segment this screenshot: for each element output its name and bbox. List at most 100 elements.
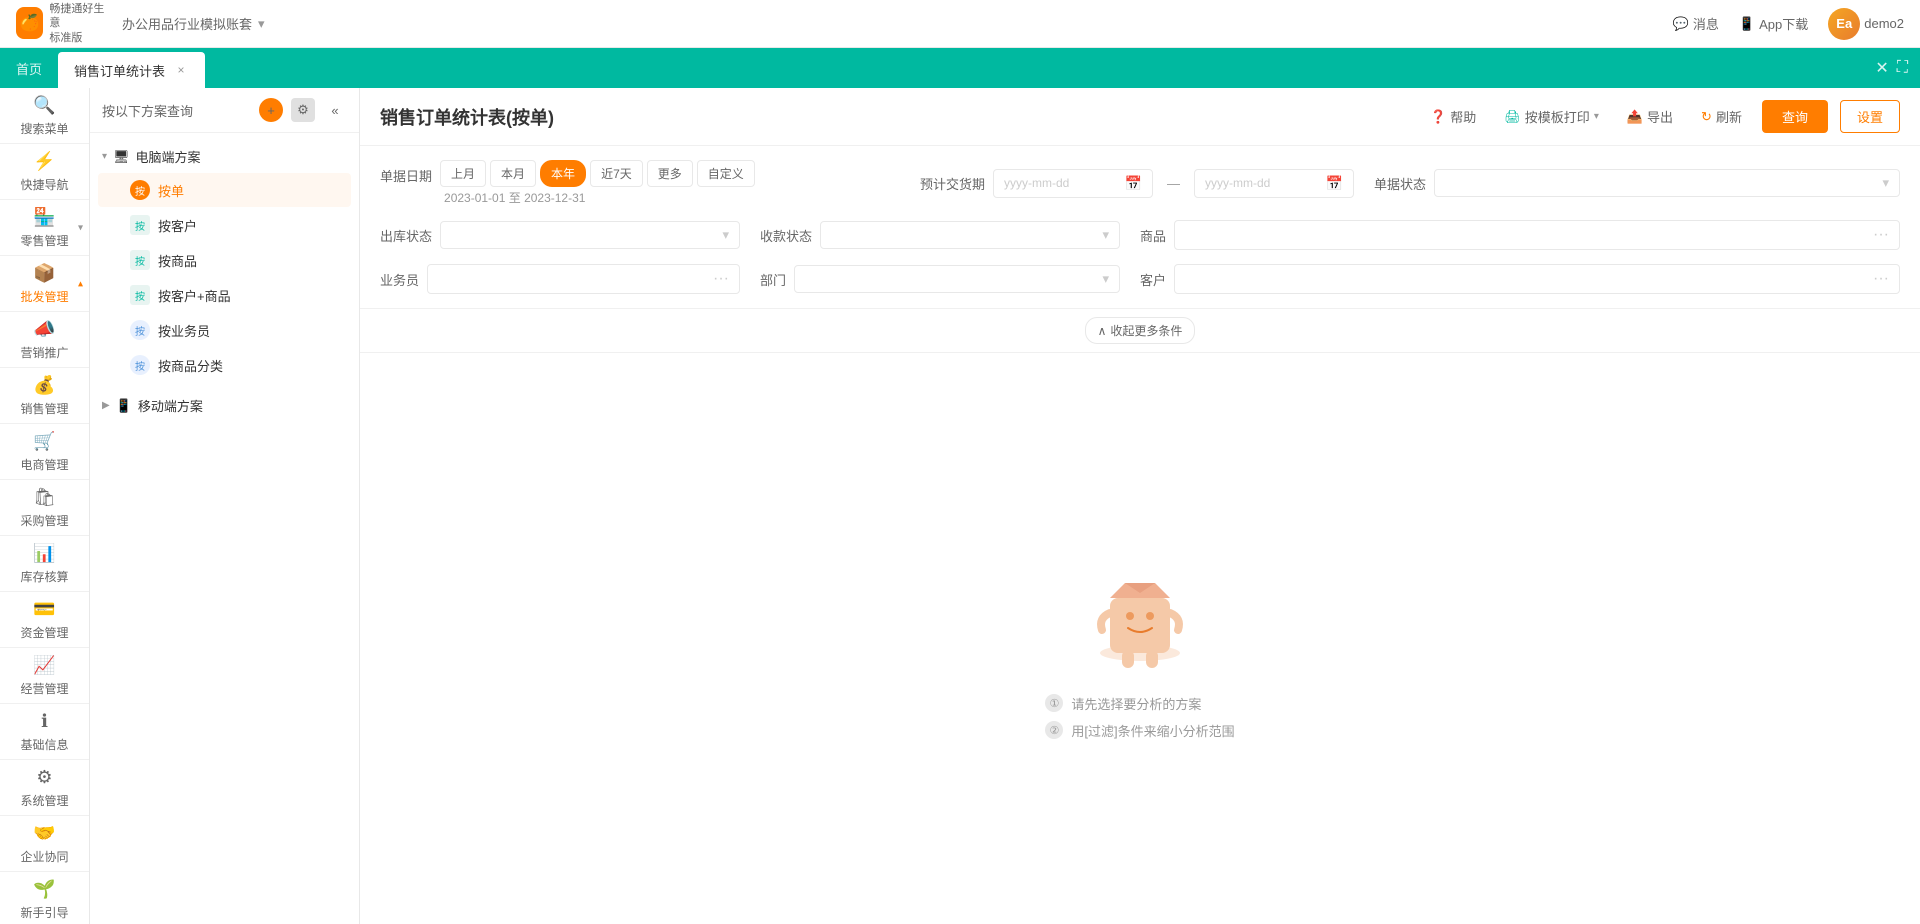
finance-icon: 💳 (33, 599, 55, 620)
export-btn[interactable]: 📤 导出 (1619, 103, 1681, 130)
search-icon: 🔍 (33, 95, 55, 116)
sidebar-item-system[interactable]: ⚙ 系统管理 (0, 760, 89, 816)
customer-filter: 客户 ··· (1140, 264, 1900, 294)
date-btn-more[interactable]: 更多 (647, 160, 693, 187)
settings-icon: ⚙ (297, 102, 309, 118)
collapse-panel-btn[interactable]: « (323, 98, 347, 122)
payment-filter: 收款状态 ▾ (760, 221, 1120, 249)
empty-tip-1: ① 请先选择要分析的方案 (1045, 694, 1234, 713)
scheme-settings-btn[interactable]: ⚙ (291, 98, 315, 122)
sidebar-item-sales[interactable]: 💰 销售管理 (0, 368, 89, 424)
window-restore-icon[interactable]: ✕ (1875, 58, 1888, 78)
avatar: Ea (1828, 8, 1860, 40)
help-btn[interactable]: ❓ 帮助 (1422, 103, 1484, 130)
tab-sales-stats[interactable]: 销售订单统计表 × (58, 52, 205, 88)
collapse-filter-btn[interactable]: ∧ 收起更多条件 (1085, 317, 1196, 344)
print-icon: 🖨 (1504, 109, 1521, 125)
sales-icon: 💰 (33, 375, 55, 396)
app-title[interactable]: 办公用品行业模拟账套 ▾ (106, 14, 1673, 33)
date-btn-this-month[interactable]: 本月 (490, 160, 536, 187)
print-btn[interactable]: 🖨 按模板打印 ▾ (1496, 103, 1607, 130)
status-filter: 单据状态 ▾ (1374, 169, 1900, 197)
sidebar-item-inventory[interactable]: 📊 库存核算 (0, 536, 89, 592)
collapse-icon: ∧ (1098, 324, 1107, 338)
refresh-btn[interactable]: ↻ 刷新 (1693, 103, 1750, 130)
scheme-by-customer[interactable]: 按 按客户 (98, 208, 351, 242)
empty-state: ① 请先选择要分析的方案 ② 用[过滤]条件来缩小分析范围 (360, 353, 1920, 924)
staff-dots: ··· (713, 270, 729, 288)
sidebar-search[interactable]: 🔍 搜索菜单 (0, 88, 89, 144)
wholesale-icon: 📦 (33, 263, 55, 284)
tip-2-num: ② (1045, 721, 1063, 739)
sidebar-item-wholesale[interactable]: 📦 批发管理 ▴ (0, 256, 89, 312)
tab-home[interactable]: 首页 (0, 48, 58, 88)
date-btn-this-year[interactable]: 本年 (540, 160, 586, 187)
download-icon: 📱 (1739, 16, 1755, 32)
scheme-by-product[interactable]: 按 按商品 (98, 243, 351, 277)
expected-date-from[interactable]: yyyy-mm-dd 📅 (993, 169, 1153, 198)
scheme-by-order[interactable]: 按 按单 (98, 173, 351, 207)
retail-icon: 🏪 (33, 207, 55, 228)
tab-close-icon[interactable]: × (173, 62, 189, 78)
dept-select[interactable]: ▾ (794, 265, 1120, 293)
newbie-icon: 🌱 (33, 879, 55, 900)
product-dots: ··· (1873, 226, 1889, 244)
quick-nav-icon: ⚡ (33, 151, 55, 172)
operations-icon: 📈 (33, 655, 55, 676)
staff-input[interactable]: ··· (427, 264, 740, 294)
product-input[interactable]: ··· (1174, 220, 1900, 250)
logo: 🍊 畅捷通好生意 标准版 (16, 2, 106, 45)
filter-area: 单据日期 上月 本月 本年 近7天 更多 自定义 2023- (360, 146, 1920, 309)
scheme-by-staff[interactable]: 按 按业务员 (98, 313, 351, 347)
sidebar-item-collab[interactable]: 🤝 企业协同 (0, 816, 89, 872)
pc-section-arrow-icon: ▾ (102, 151, 107, 162)
sidebar-item-finance[interactable]: 💳 资金管理 (0, 592, 89, 648)
scheme-by-cust-prod[interactable]: 按 按客户+商品 (98, 278, 351, 312)
logo-text: 畅捷通好生意 标准版 (49, 2, 106, 45)
collab-icon: 🤝 (33, 823, 55, 844)
date-btn-last-month[interactable]: 上月 (440, 160, 486, 187)
expected-date-filter: 预计交货期 yyyy-mm-dd 📅 — yyyy-mm-dd 📅 (920, 169, 1354, 198)
by-order-icon: 按 (130, 180, 150, 200)
sidebar-item-newbie[interactable]: 🌱 新手引导 (0, 872, 89, 924)
status-select[interactable]: ▾ (1434, 169, 1900, 197)
tabs-bar: 首页 销售订单统计表 × ✕ ⛶ (0, 48, 1920, 88)
settings-btn[interactable]: 设置 (1840, 100, 1900, 133)
payment-select[interactable]: ▾ (820, 221, 1120, 249)
by-customer-icon: 按 (130, 215, 150, 235)
pc-section[interactable]: ▾ 🖥 电脑端方案 (90, 141, 359, 172)
sidebar-item-basic[interactable]: ℹ 基础信息 (0, 704, 89, 760)
sidebar-item-retail[interactable]: 🏪 零售管理 ▾ (0, 200, 89, 256)
date-btn-custom[interactable]: 自定义 (697, 160, 755, 187)
window-maximize-icon[interactable]: ⛶ (1897, 59, 1908, 77)
message-btn[interactable]: 💬 消息 (1673, 14, 1719, 33)
sidebar-item-operations[interactable]: 📈 经营管理 (0, 648, 89, 704)
tip-1-num: ① (1045, 694, 1063, 712)
user-menu-btn[interactable]: Ea demo2 (1828, 8, 1904, 40)
date-btn-7days[interactable]: 近7天 (590, 160, 643, 187)
by-product-icon: 按 (130, 250, 150, 270)
sidebar-item-ecom[interactable]: 🛒 电商管理 (0, 424, 89, 480)
calendar-to-icon: 📅 (1326, 175, 1343, 192)
basic-icon: ℹ (41, 711, 48, 732)
scheme-by-category[interactable]: 按 按商品分类 (98, 348, 351, 382)
sidebar-item-purchase[interactable]: 🛍 采购管理 (0, 480, 89, 536)
customer-dots: ··· (1873, 270, 1889, 288)
add-scheme-btn[interactable]: + (259, 98, 283, 122)
export-icon: 📤 (1627, 109, 1643, 125)
expected-date-to[interactable]: yyyy-mm-dd 📅 (1194, 169, 1354, 198)
date-range-text: 2023-01-01 至 2023-12-31 (444, 189, 755, 206)
page-header: 销售订单统计表(按单) ❓ 帮助 🖨 按模板打印 ▾ 📤 导出 (360, 88, 1920, 146)
app-download-btn[interactable]: 📱 App下载 (1739, 14, 1808, 33)
sidebar-item-marketing[interactable]: 📣 营销推广 (0, 312, 89, 368)
query-btn[interactable]: 查询 (1762, 100, 1828, 133)
sidebar-quick-nav[interactable]: ⚡ 快捷导航 (0, 144, 89, 200)
inventory-icon: 📊 (33, 543, 55, 564)
shipment-select[interactable]: ▾ (440, 221, 740, 249)
help-icon: ❓ (1430, 109, 1446, 125)
shipment-filter: 出库状态 ▾ (380, 221, 740, 249)
filter-row-3: 业务员 ··· 部门 ▾ 客户 (380, 264, 1900, 294)
customer-input[interactable]: ··· (1174, 264, 1900, 294)
mobile-section[interactable]: ▶ 📱 移动端方案 (90, 390, 359, 421)
mobile-icon: 📱 (116, 398, 132, 414)
